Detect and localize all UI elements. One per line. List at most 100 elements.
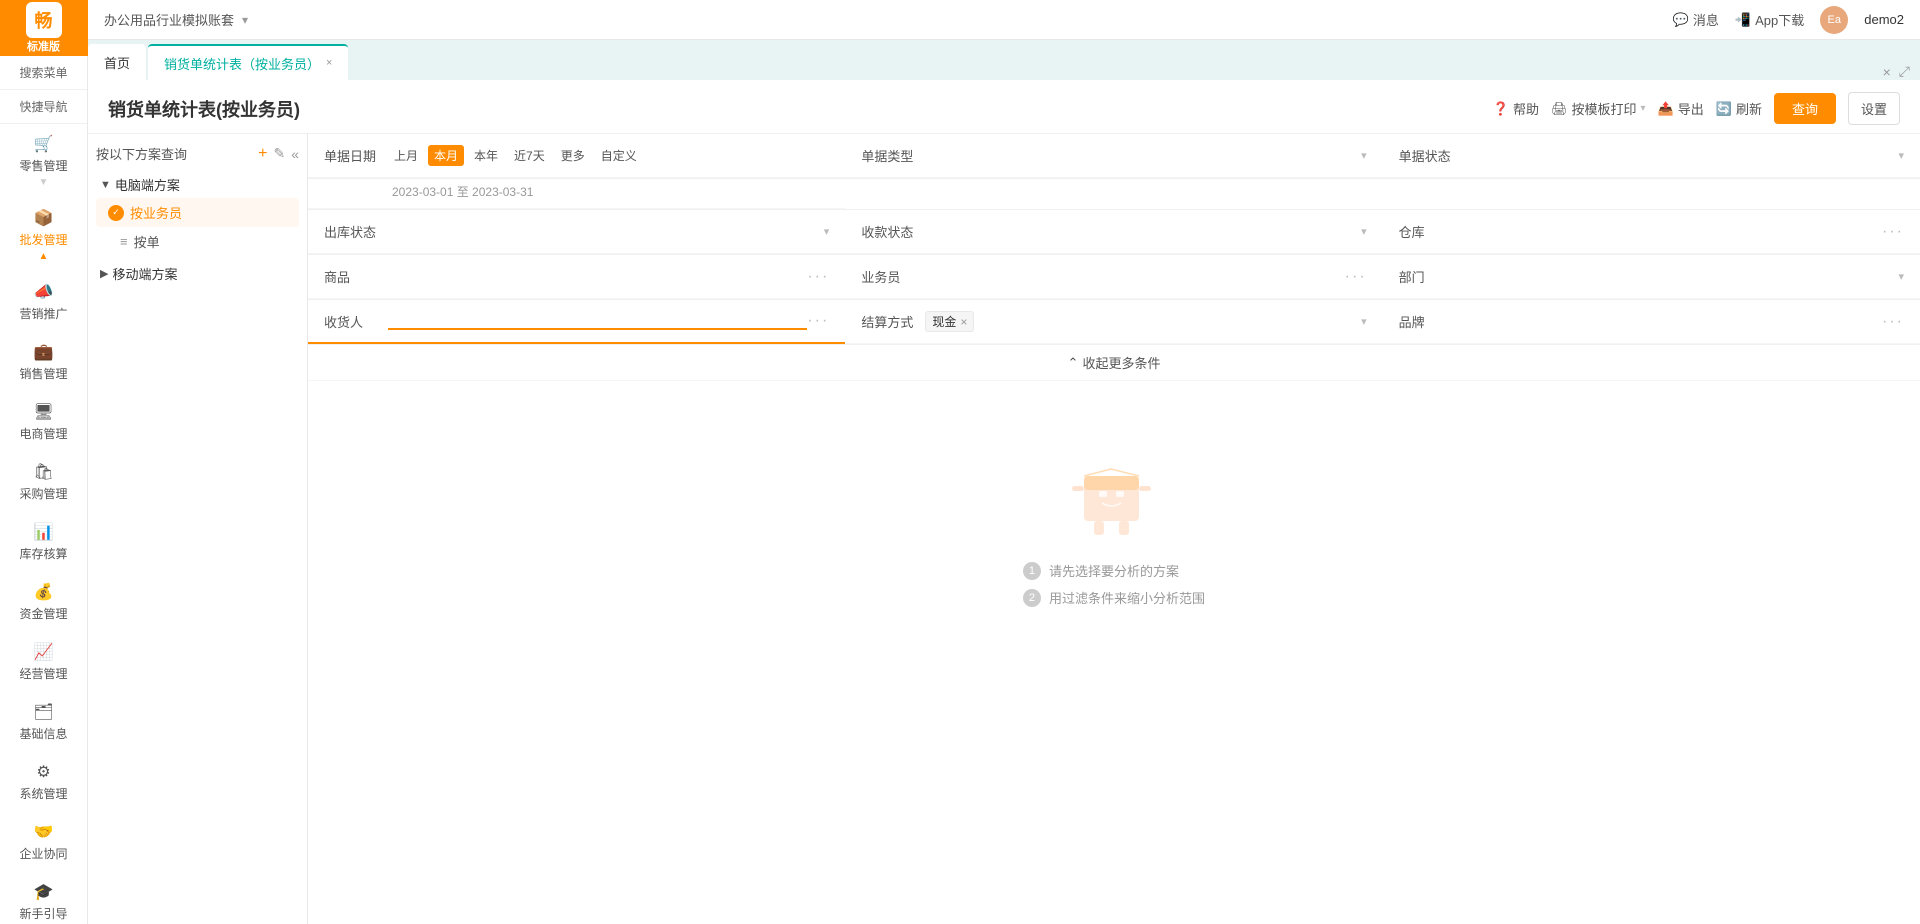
refresh-btn[interactable]: 🔄 刷新 <box>1716 99 1762 118</box>
tab-active[interactable]: 销货单统计表（按业务员） × <box>148 44 348 80</box>
tab-close-btn[interactable]: × <box>326 57 332 69</box>
filter-item-warehouse: 仓库 ··· <box>1383 210 1920 254</box>
add-scheme-btn[interactable]: + <box>258 145 267 163</box>
sidebar-item-ecommerce[interactable]: 🖥 电商管理 <box>0 392 87 452</box>
collapse-filters-btn[interactable]: ⌃ 收起更多条件 <box>308 345 1920 381</box>
wholesale-icon: 📦 <box>34 208 54 228</box>
scheme-group-desktop-title[interactable]: ▼ 电脑端方案 <box>96 171 299 198</box>
empty-cell-2 <box>1383 179 1920 209</box>
topbar-left: 办公用品行业模拟账套 ▾ <box>104 10 248 29</box>
payment-method-dropdown-icon: ▾ <box>1361 315 1367 328</box>
collapse-scheme-btn[interactable]: « <box>291 146 299 162</box>
scheme-panel-icons: + ✎ « <box>258 145 299 163</box>
sidebar-item-marketing[interactable]: 📣 营销推广 <box>0 272 87 332</box>
scheme-item-salesperson[interactable]: ✓ 按业务员 <box>96 198 299 227</box>
page-actions: ❓ 帮助 🖨 按模板打印 ▾ 📤 导出 🔄 刷新 查询 设置 <box>1493 92 1900 125</box>
sidebar-item-system[interactable]: ⚙ 系统管理 <box>0 752 87 812</box>
export-btn[interactable]: 📤 导出 <box>1658 99 1704 118</box>
warehouse-dots-icon[interactable]: ··· <box>1882 223 1904 241</box>
date-input[interactable]: 上月 本月 本年 近7天 更多 自定义 <box>388 145 829 166</box>
receiver-field[interactable] <box>388 313 807 330</box>
product-field[interactable] <box>388 269 807 284</box>
doc-status-input[interactable]: ▾ <box>1463 148 1904 163</box>
receiver-dots-icon[interactable]: ··· <box>807 312 829 330</box>
doc-type-input[interactable]: ▾ <box>925 148 1366 163</box>
maximize-btn[interactable]: ⤢ <box>1899 63 1910 80</box>
date-btn-custom[interactable]: 自定义 <box>595 145 643 166</box>
date-btn-last-month[interactable]: 上月 <box>388 145 424 166</box>
sidebar-item-purchase[interactable]: 🛍 采购管理 <box>0 452 87 512</box>
sidebar-item-newbie[interactable]: 🎓 新手引导 <box>0 872 87 924</box>
industry-dropdown[interactable]: ▾ <box>242 13 248 27</box>
doc-status-field[interactable] <box>1463 148 1899 163</box>
export-icon: 📤 <box>1658 101 1674 117</box>
receiver-input[interactable]: ··· <box>388 312 829 330</box>
stock-status-label: 出库状态 <box>324 222 388 241</box>
chevron-down-icon: ▼ <box>100 179 111 191</box>
salesperson-dots-icon[interactable]: ··· <box>1345 268 1367 286</box>
user-avatar[interactable]: Ea <box>1820 6 1848 34</box>
tip-num-2: 2 <box>1023 589 1041 607</box>
topbar-right: 💬 消息 📲 App下载 Ea demo2 <box>1673 6 1904 34</box>
sidebar-item-label: 采购管理 <box>19 485 67 502</box>
brand-input[interactable]: ··· <box>1463 313 1904 331</box>
scheme-item-order[interactable]: ≡ 按单 <box>96 227 299 256</box>
operations-icon: 📈 <box>34 642 54 662</box>
settings-button[interactable]: 设置 <box>1848 92 1900 125</box>
department-field[interactable] <box>1463 269 1899 284</box>
tag-clear-btn[interactable]: × <box>960 315 967 329</box>
sidebar-item-finance[interactable]: 💰 资金管理 <box>0 572 87 632</box>
stock-status-input[interactable]: ▾ <box>388 224 829 239</box>
brand-field[interactable] <box>1463 314 1882 329</box>
scheme-group-mobile-title[interactable]: ▶ 移动端方案 <box>96 260 299 287</box>
close-window-btn[interactable]: × <box>1883 64 1891 80</box>
product-dots-icon[interactable]: ··· <box>807 268 829 286</box>
department-input[interactable]: ▾ <box>1463 269 1904 284</box>
print-dropdown-icon: ▾ <box>1641 103 1646 114</box>
salesperson-input[interactable]: ··· <box>925 268 1366 286</box>
sidebar-item-retail[interactable]: 🛒 零售管理 ▼ <box>0 124 87 198</box>
date-btn-7days[interactable]: 近7天 <box>508 145 551 166</box>
sidebar-item-wholesale[interactable]: 📦 批发管理 ▲ <box>0 198 87 272</box>
sidebar-quick[interactable]: 快捷导航 <box>0 90 87 124</box>
query-button[interactable]: 查询 <box>1774 93 1836 124</box>
edit-scheme-btn[interactable]: ✎ <box>273 145 285 162</box>
sales-icon: 💼 <box>34 342 54 362</box>
stock-status-field[interactable] <box>388 224 824 239</box>
scheme-group-mobile: ▶ 移动端方案 <box>96 260 299 287</box>
tab-home[interactable]: 首页 <box>88 44 146 80</box>
retail-icon: 🛒 <box>34 134 54 154</box>
payment-status-field[interactable] <box>925 224 1361 239</box>
sidebar-item-label: 零售管理 <box>19 157 67 174</box>
sidebar-search[interactable]: 搜索菜单 <box>0 56 87 90</box>
payment-status-input[interactable]: ▾ <box>925 224 1366 239</box>
filter-row-4: 收货人 ··· 结算方式 现金 × ▾ <box>308 300 1920 345</box>
sidebar-item-operations[interactable]: 📈 经营管理 <box>0 632 87 692</box>
sidebar-logo[interactable]: 畅 标准版 <box>0 0 88 56</box>
product-input[interactable]: ··· <box>388 268 829 286</box>
warehouse-input[interactable]: ··· <box>1463 223 1904 241</box>
system-icon: ⚙ <box>36 762 50 782</box>
brand-dots-icon[interactable]: ··· <box>1882 313 1904 331</box>
sidebar-item-sales[interactable]: 💼 销售管理 <box>0 332 87 392</box>
date-btn-more[interactable]: 更多 <box>555 145 591 166</box>
sidebar-item-inventory[interactable]: 📊 库存核算 <box>0 512 87 572</box>
print-btn[interactable]: 🖨 按模板打印 ▾ <box>1551 99 1646 118</box>
scheme-group-label: 移动端方案 <box>112 264 177 283</box>
app-download-btn[interactable]: 📲 App下载 <box>1735 10 1804 29</box>
logo-text: 标准版 <box>27 40 60 54</box>
warehouse-field[interactable] <box>1463 224 1882 239</box>
sidebar-item-basic[interactable]: 🗂 基础信息 <box>0 692 87 752</box>
doc-type-field[interactable] <box>925 148 1361 163</box>
salesperson-field[interactable] <box>925 269 1344 284</box>
help-btn[interactable]: ❓ 帮助 <box>1493 99 1539 118</box>
payment-method-input[interactable]: 现金 × ▾ <box>925 311 1366 332</box>
date-btn-this-month[interactable]: 本月 <box>428 145 464 166</box>
username[interactable]: demo2 <box>1864 12 1904 27</box>
sidebar-item-label: 电商管理 <box>19 425 67 442</box>
filter-item-doc-type: 单据类型 ▾ <box>845 134 1382 178</box>
topbar: 办公用品行业模拟账套 ▾ 💬 消息 📲 App下载 Ea demo2 <box>88 0 1920 40</box>
message-btn[interactable]: 💬 消息 <box>1673 10 1719 29</box>
sidebar-item-corp[interactable]: 🤝 企业协同 <box>0 812 87 872</box>
date-btn-this-year[interactable]: 本年 <box>468 145 504 166</box>
